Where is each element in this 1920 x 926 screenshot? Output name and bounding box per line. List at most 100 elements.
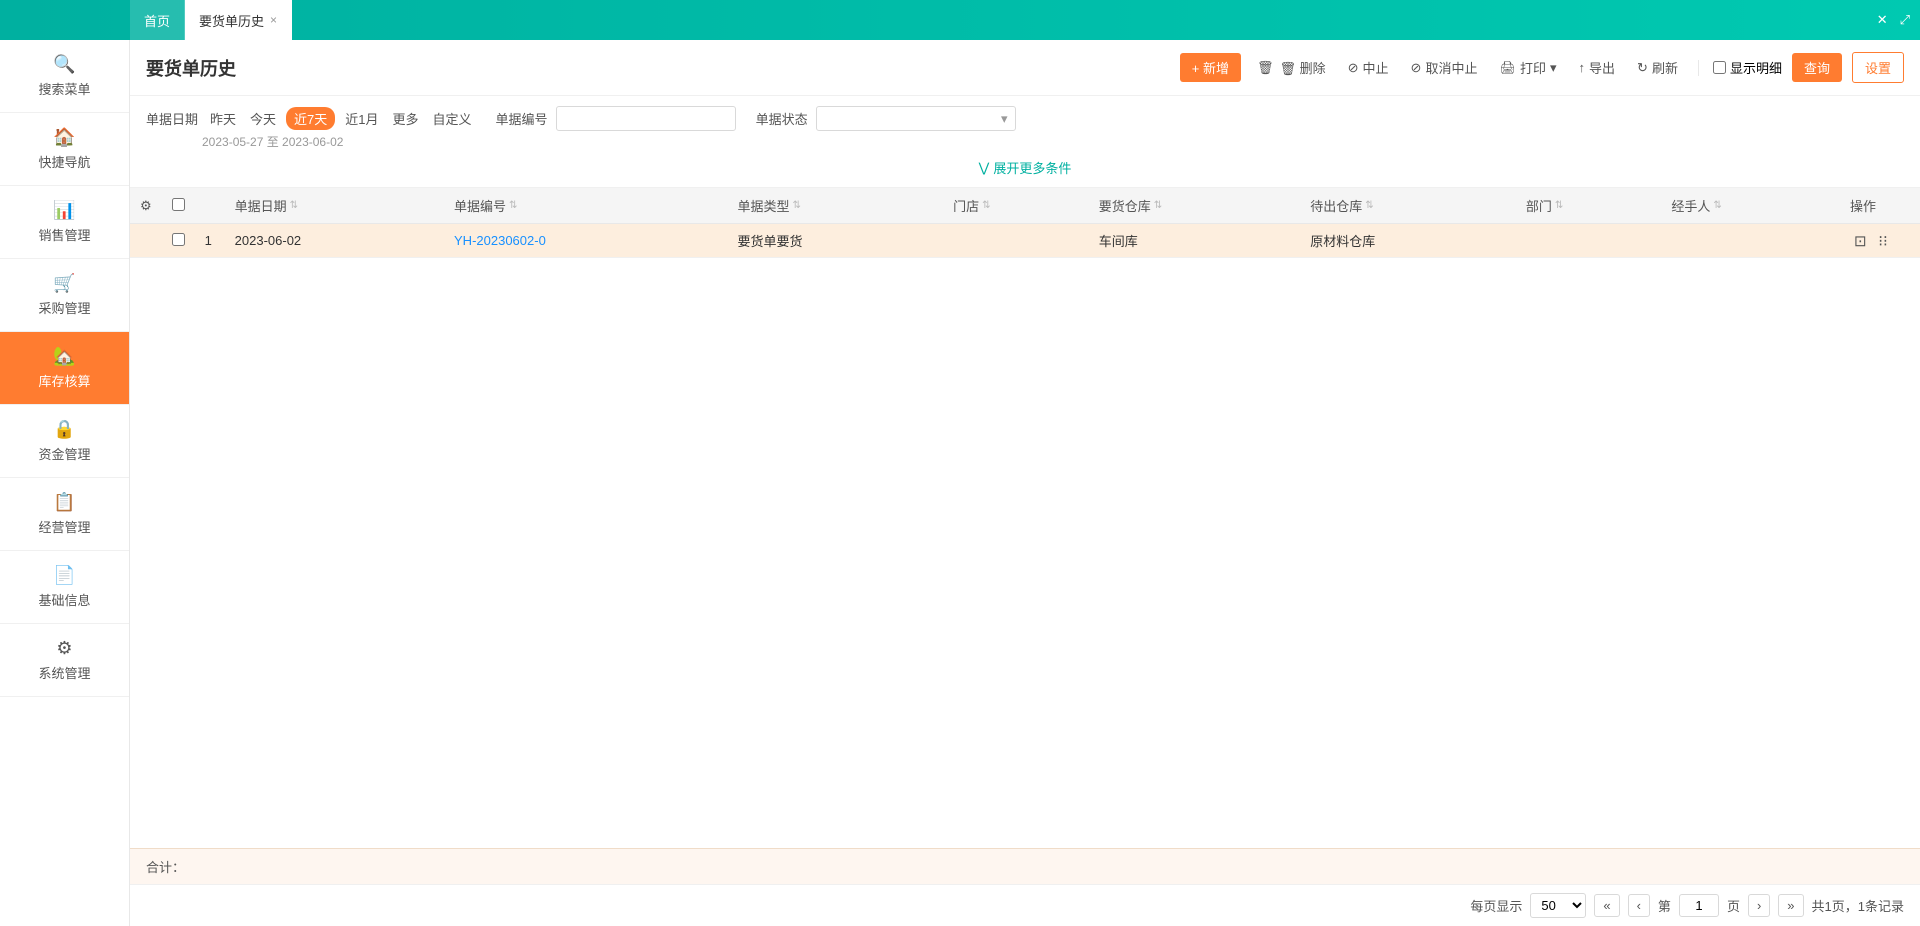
th-checkbox bbox=[162, 188, 195, 224]
sidebar-item-ops-label: 经营管理 bbox=[38, 517, 90, 536]
print-dropdown-icon: ▾ bbox=[1550, 60, 1557, 76]
toolbar: + 新增 🗑 🗑 删除 ⊘ 中止 ⊘ 取消中止 🖨 打印 ▾ bbox=[1180, 52, 1904, 83]
sort-docdate[interactable]: 单据日期 ⇅ bbox=[235, 196, 298, 215]
sidebar-item-sys-mgmt-label: 系统管理 bbox=[38, 663, 90, 682]
th-docno[interactable]: 单据编号 ⇅ bbox=[444, 188, 728, 224]
last-page-button[interactable]: » bbox=[1778, 894, 1803, 917]
td-doctype: 要货单要货 bbox=[728, 224, 944, 258]
sort-handler[interactable]: 经手人 ⇅ bbox=[1671, 196, 1721, 215]
th-store[interactable]: 门店 ⇅ bbox=[943, 188, 1089, 224]
th-docdate[interactable]: 单据日期 ⇅ bbox=[225, 188, 444, 224]
table-row[interactable]: 1 2023-06-02 YH-20230602-0 要货单要货 车间库 原材料… bbox=[130, 224, 1920, 258]
row-more-icon[interactable]: ⁝⁝ bbox=[1874, 231, 1892, 252]
shortcut-7days[interactable]: 近7天 bbox=[286, 107, 335, 130]
td-seq: 1 bbox=[195, 224, 225, 258]
settings-button[interactable]: 设置 bbox=[1852, 52, 1904, 83]
refresh-label: 刷新 bbox=[1652, 58, 1678, 77]
search-menu-icon: 🔍 bbox=[53, 54, 75, 75]
sidebar-item-purchase-label: 采购管理 bbox=[38, 298, 90, 317]
table-area: ⚙ 单据日期 ⇅ 单据编号 bbox=[130, 188, 1920, 848]
expand-more-btn[interactable]: ⋁ 展开更多条件 bbox=[146, 158, 1904, 177]
sort-store[interactable]: 门店 ⇅ bbox=[953, 196, 990, 215]
sort-pending-warehouse[interactable]: 待出仓库 ⇅ bbox=[1310, 196, 1373, 215]
tab-home[interactable]: 首页 bbox=[130, 0, 185, 40]
print-icon: 🖨 bbox=[1499, 60, 1516, 76]
date-range-text: 2023-05-27 至 2023-06-02 bbox=[202, 135, 343, 149]
page-size-select[interactable]: 10 20 50 100 bbox=[1530, 893, 1586, 918]
shortcut-today[interactable]: 今天 bbox=[246, 107, 280, 130]
refresh-button[interactable]: ↻ 刷新 bbox=[1631, 54, 1684, 81]
shortcut-more[interactable]: 更多 bbox=[389, 107, 423, 130]
cancel-stop-button[interactable]: ⊘ 取消中止 bbox=[1405, 54, 1484, 81]
status-select-wrapper bbox=[816, 106, 1016, 131]
sort-docdate-icon: ⇅ bbox=[290, 200, 298, 211]
sidebar-item-purchase-mgmt[interactable]: 🛒 采购管理 bbox=[0, 259, 129, 332]
row-edit-icon[interactable]: ⊡ bbox=[1850, 231, 1871, 252]
display-detail-toggle[interactable]: 显示明细 bbox=[1713, 58, 1782, 77]
filter-row: 单据日期 昨天 今天 近7天 近1月 更多 自定义 单据编号 bbox=[146, 106, 1904, 131]
th-actions: 操作 bbox=[1840, 188, 1920, 224]
ops-icon: 📋 bbox=[53, 492, 75, 513]
tab-requisition-history-label: 要货单历史 bbox=[199, 11, 264, 30]
shortcut-1month[interactable]: 近1月 bbox=[341, 107, 382, 130]
th-department[interactable]: 部门 ⇅ bbox=[1516, 188, 1662, 224]
sort-req-warehouse[interactable]: 要货仓库 ⇅ bbox=[1099, 196, 1162, 215]
window-maximize-icon[interactable]: ⤢ bbox=[1900, 12, 1910, 28]
th-seq bbox=[195, 188, 225, 224]
delete-label: 🗑 删除 bbox=[1279, 58, 1325, 77]
sort-doctype[interactable]: 单据类型 ⇅ bbox=[738, 196, 801, 215]
docno-link[interactable]: YH-20230602-0 bbox=[454, 233, 546, 248]
display-detail-checkbox[interactable] bbox=[1713, 61, 1726, 74]
expand-more-icon: ⋁ bbox=[979, 160, 990, 176]
sidebar-item-finance-mgmt[interactable]: 🔒 资金管理 bbox=[0, 405, 129, 478]
sidebar-item-quick-nav[interactable]: 🏠 快捷导航 bbox=[0, 113, 129, 186]
first-page-button[interactable]: « bbox=[1594, 894, 1619, 917]
th-settings[interactable]: ⚙ bbox=[130, 188, 162, 224]
data-table: ⚙ 单据日期 ⇅ 单据编号 bbox=[130, 188, 1920, 258]
delete-button[interactable]: 🗑 🗑 删除 bbox=[1251, 54, 1332, 81]
main-layout: 🔍 搜索菜单 🏠 快捷导航 📊 销售管理 🛒 采购管理 🏡 库存核算 🔒 资金管… bbox=[0, 40, 1920, 926]
th-doctype[interactable]: 单据类型 ⇅ bbox=[728, 188, 944, 224]
sort-store-icon: ⇅ bbox=[982, 200, 990, 211]
stop-label: 中止 bbox=[1363, 58, 1389, 77]
next-page-button[interactable]: › bbox=[1748, 894, 1770, 917]
sidebar-item-search-menu[interactable]: 🔍 搜索菜单 bbox=[0, 40, 129, 113]
th-pending-warehouse[interactable]: 待出仓库 ⇅ bbox=[1300, 188, 1516, 224]
date-filter-group: 单据日期 昨天 今天 近7天 近1月 更多 自定义 bbox=[146, 107, 476, 130]
top-bar: 首页 要货单历史 × ✕ ⤢ bbox=[0, 0, 1920, 40]
tab-home-label: 首页 bbox=[144, 11, 170, 30]
print-button[interactable]: 🖨 打印 ▾ bbox=[1493, 54, 1562, 81]
docno-filter-input[interactable] bbox=[556, 106, 736, 131]
sidebar-item-basic-info[interactable]: 📄 基础信息 bbox=[0, 551, 129, 624]
sidebar-item-sys-mgmt[interactable]: ⚙ 系统管理 bbox=[0, 624, 129, 697]
docno-filter-group: 单据编号 bbox=[496, 106, 736, 131]
page-number-input[interactable] bbox=[1679, 894, 1719, 917]
query-button[interactable]: 查询 bbox=[1792, 53, 1842, 82]
sort-docno[interactable]: 单据编号 ⇅ bbox=[454, 196, 517, 215]
sidebar-item-ops-mgmt[interactable]: 📋 经营管理 bbox=[0, 478, 129, 551]
tab-requisition-history[interactable]: 要货单历史 × bbox=[185, 0, 292, 40]
sidebar-item-sales-mgmt[interactable]: 📊 销售管理 bbox=[0, 186, 129, 259]
content-area: 要货单历史 + 新增 🗑 🗑 删除 ⊘ 中止 ⊘ 取消中止 bbox=[130, 40, 1920, 926]
row-checkbox-1[interactable] bbox=[172, 233, 185, 246]
new-button[interactable]: + 新增 bbox=[1180, 53, 1241, 82]
sort-pending-warehouse-icon: ⇅ bbox=[1365, 200, 1373, 211]
shortcut-yesterday[interactable]: 昨天 bbox=[206, 107, 240, 130]
window-close-icon[interactable]: ✕ bbox=[1877, 12, 1888, 28]
stop-button[interactable]: ⊘ 中止 bbox=[1342, 54, 1395, 81]
export-button[interactable]: ↑ 导出 bbox=[1573, 54, 1622, 81]
status-filter-select[interactable] bbox=[816, 106, 1016, 131]
sidebar-item-inventory-calc[interactable]: 🏡 库存核算 bbox=[0, 332, 129, 405]
sidebar-item-quick-nav-label: 快捷导航 bbox=[38, 152, 90, 171]
th-req-warehouse[interactable]: 要货仓库 ⇅ bbox=[1089, 188, 1301, 224]
date-filter-label: 单据日期 bbox=[146, 109, 198, 128]
tab-close-icon[interactable]: × bbox=[270, 13, 277, 27]
th-handler[interactable]: 经手人 ⇅ bbox=[1661, 188, 1840, 224]
window-controls: ✕ ⤢ bbox=[1877, 12, 1910, 28]
prev-page-button[interactable]: ‹ bbox=[1628, 894, 1650, 917]
page-unit-label: 页 bbox=[1727, 896, 1740, 915]
sidebar-item-basic-info-label: 基础信息 bbox=[38, 590, 90, 609]
select-all-checkbox[interactable] bbox=[172, 198, 185, 211]
sort-department[interactable]: 部门 ⇅ bbox=[1526, 196, 1563, 215]
shortcut-custom[interactable]: 自定义 bbox=[429, 107, 476, 130]
